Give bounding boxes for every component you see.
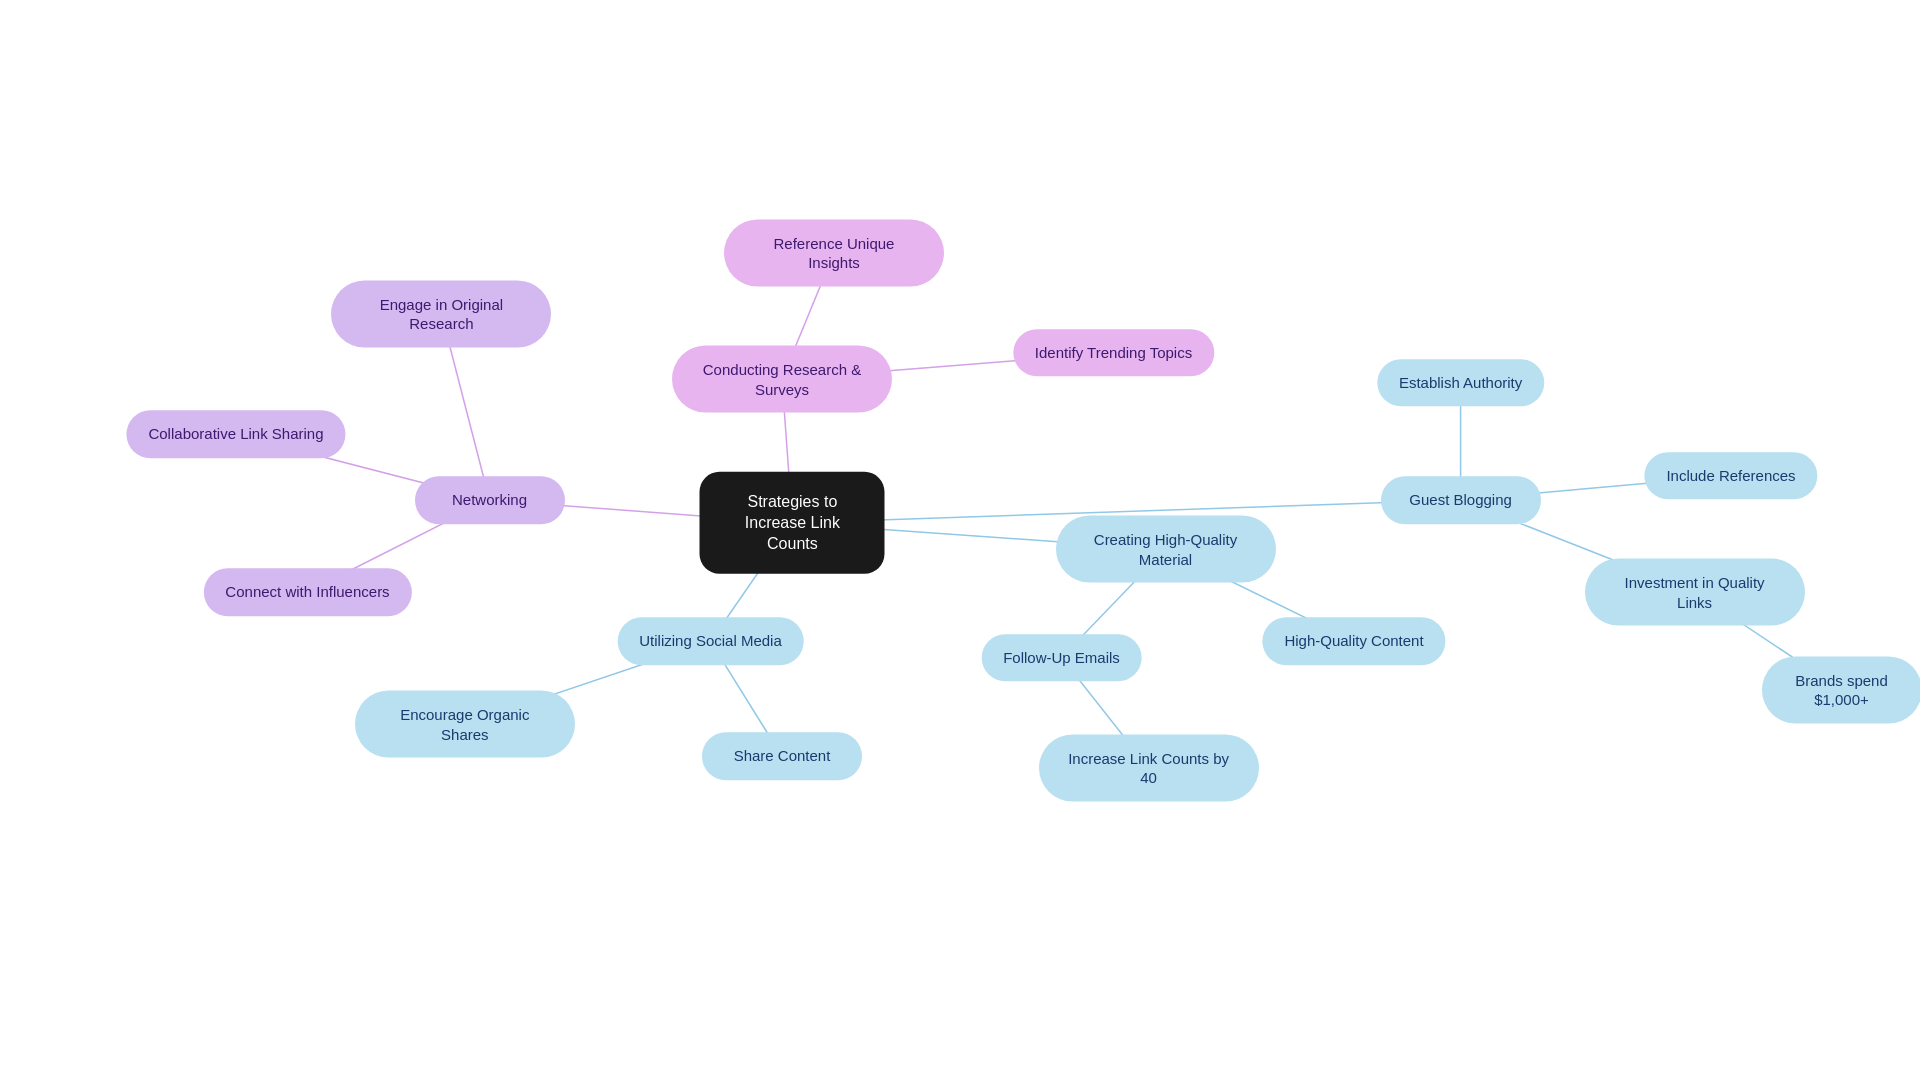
node-connect_influencers[interactable]: Connect with Influencers [203, 568, 411, 616]
node-brands_spend[interactable]: Brands spend $1,000+ [1762, 656, 1921, 723]
node-conducting_research[interactable]: Conducting Research & Surveys [672, 346, 892, 413]
node-include_references[interactable]: Include References [1644, 452, 1817, 500]
node-utilizing_social[interactable]: Utilizing Social Media [617, 618, 804, 666]
node-guest_blogging[interactable]: Guest Blogging [1381, 476, 1541, 524]
node-reference_unique[interactable]: Reference Unique Insights [724, 219, 944, 286]
node-networking[interactable]: Networking [415, 476, 565, 524]
node-identify_trending[interactable]: Identify Trending Topics [1013, 329, 1214, 377]
node-high_quality_content[interactable]: High-Quality Content [1262, 618, 1445, 666]
node-establish_authority[interactable]: Establish Authority [1377, 359, 1544, 407]
node-engage_original[interactable]: Engage in Original Research [331, 280, 551, 347]
connections-svg [0, 0, 1920, 1083]
node-collaborative_link[interactable]: Collaborative Link Sharing [126, 411, 345, 459]
node-creating_high_quality[interactable]: Creating High-Quality Material [1056, 516, 1276, 583]
node-encourage_organic[interactable]: Encourage Organic Shares [355, 691, 575, 758]
node-investment_quality[interactable]: Investment in Quality Links [1585, 559, 1805, 626]
node-share_content[interactable]: Share Content [702, 733, 862, 781]
node-center[interactable]: Strategies to Increase Link Counts [700, 472, 885, 574]
mindmap-container: Strategies to Increase Link Counts Conduc… [0, 0, 1920, 1083]
node-increase_link_counts[interactable]: Increase Link Counts by 40 [1039, 734, 1259, 801]
node-follow_up_emails[interactable]: Follow-Up Emails [981, 634, 1142, 682]
